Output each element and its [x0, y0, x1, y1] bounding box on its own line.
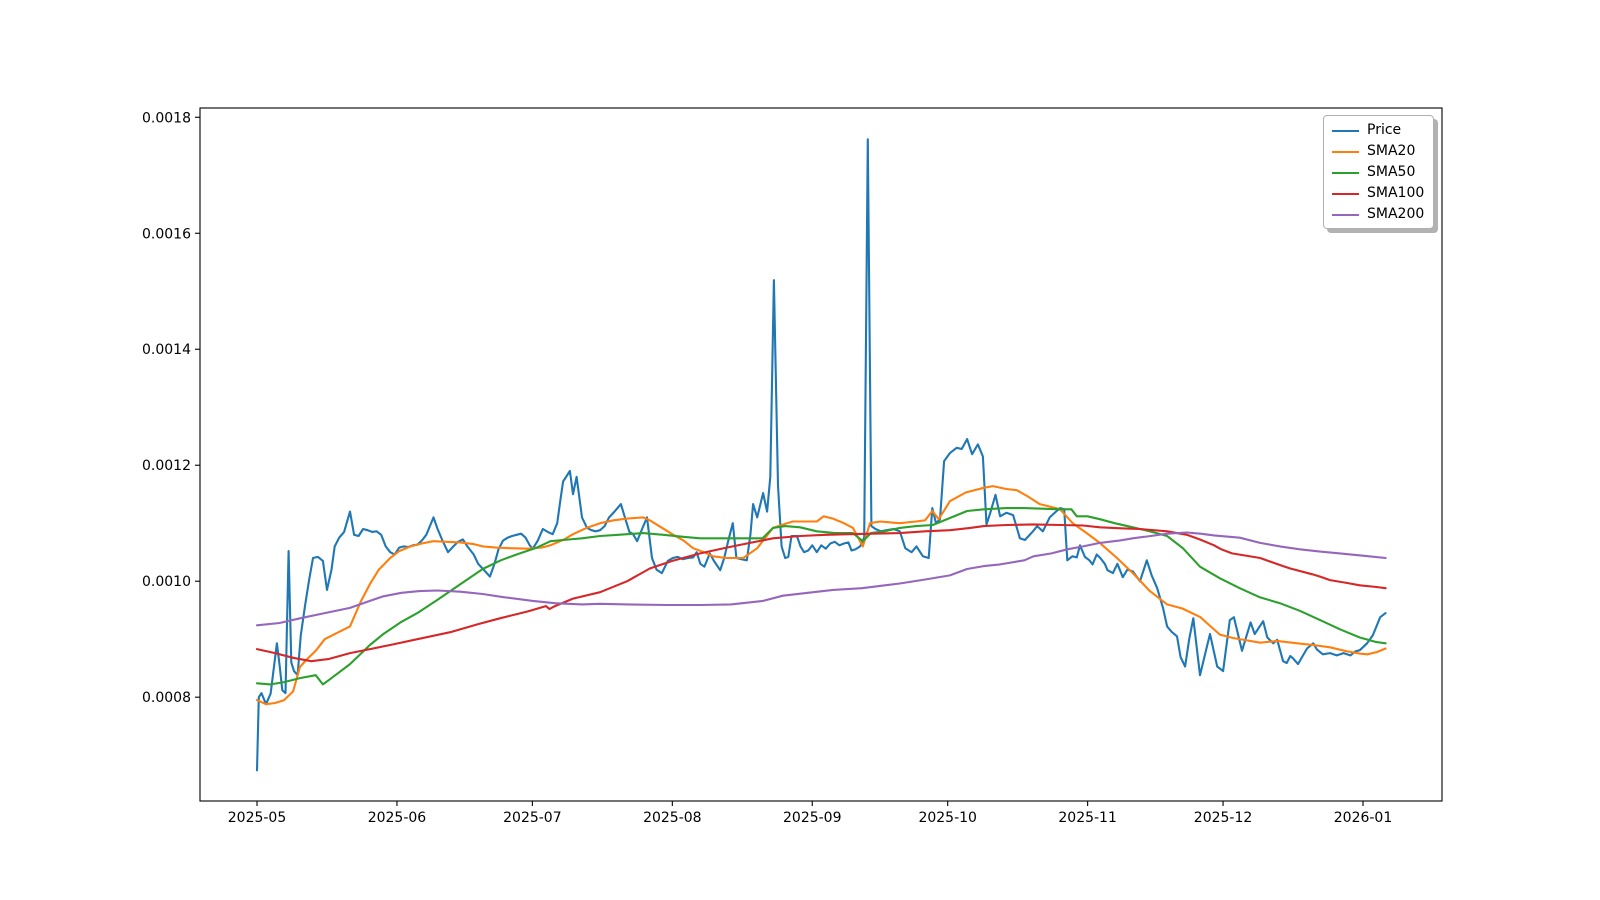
- y-tick-label: 0.0010: [142, 574, 191, 590]
- legend-label: SMA100: [1367, 185, 1425, 201]
- x-tick-label: 2025-05: [228, 810, 287, 826]
- y-tick-label: 0.0018: [142, 110, 191, 126]
- legend-item-sma200: SMA200: [1332, 207, 1424, 222]
- x-tick-label: 2026-01: [1334, 810, 1393, 826]
- x-tick-label: 2025-08: [643, 810, 702, 826]
- legend-item-sma20: SMA20: [1332, 144, 1424, 159]
- legend-line-sample-sma50: [1332, 171, 1359, 174]
- legend-label: Price: [1367, 122, 1402, 138]
- legend: Price SMA20 SMA50 SMA100 SMA200: [1323, 115, 1435, 229]
- legend-label: SMA20: [1367, 143, 1416, 159]
- legend-item-sma100: SMA100: [1332, 186, 1424, 201]
- y-tick-label: 0.0012: [142, 458, 191, 474]
- y-tick-label: 0.0008: [142, 690, 191, 706]
- x-tick-label: 2025-09: [783, 810, 842, 826]
- y-tick-label: 0.0014: [142, 342, 191, 358]
- x-tick-label: 2025-07: [503, 810, 562, 826]
- y-axis: 0.0008 0.0010 0.0012 0.0014 0.0016 0.0018: [142, 110, 200, 706]
- legend-label: SMA50: [1367, 164, 1416, 180]
- legend-item-sma50: SMA50: [1332, 165, 1424, 180]
- x-tick-label: 2025-10: [918, 810, 977, 826]
- series-line-price: [255, 138, 1387, 772]
- legend-line-sample-sma20: [1332, 150, 1359, 153]
- series-line-sma20: [255, 485, 1387, 706]
- x-tick-label: 2025-12: [1194, 810, 1253, 826]
- x-tick-label: 2025-06: [368, 810, 427, 826]
- legend-line-sample-sma200: [1332, 213, 1359, 216]
- legend-label: SMA200: [1367, 206, 1425, 222]
- legend-line-sample-sma100: [1332, 192, 1359, 195]
- matplotlib-figure: 2025-05 2025-06 2025-07 2025-08 2025-09 2025-…: [0, 0, 1600, 900]
- x-axis: 2025-05 2025-06 2025-07 2025-08 2025-09 2025-…: [228, 801, 1392, 826]
- legend-item-price: Price: [1332, 123, 1424, 138]
- x-tick-label: 2025-11: [1058, 810, 1117, 826]
- y-tick-label: 0.0016: [142, 226, 191, 242]
- legend-line-sample-price: [1332, 129, 1359, 132]
- plot-border: [199, 107, 1443, 802]
